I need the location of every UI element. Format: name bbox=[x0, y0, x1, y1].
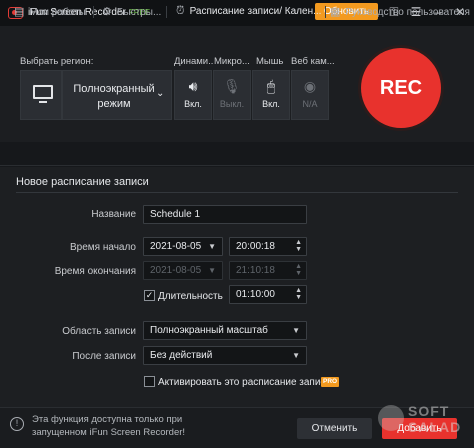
footer-note: Эта функция доступна только при запущенн… bbox=[32, 414, 186, 438]
nav-divider bbox=[93, 6, 94, 18]
cancel-button[interactable]: Отменить bbox=[297, 418, 372, 439]
nav-quick[interactable]: ⚙ Быстры... bbox=[102, 5, 162, 18]
alarm-clock-icon: ⏰︎ bbox=[176, 5, 185, 17]
nav-my-works[interactable]: ▤ Мои работы bbox=[14, 5, 86, 18]
start-time-stepper[interactable]: 20:00:18 ▲ ▼ bbox=[229, 237, 307, 256]
activate-label: Активировать это расписание записи bbox=[158, 377, 332, 388]
mouse-toggle[interactable]: 🖱︎ Вкл. bbox=[252, 70, 290, 120]
guide-icon: ▦ bbox=[330, 6, 341, 18]
film-icon: ▤ bbox=[14, 6, 25, 18]
duration-checkbox[interactable]: ✓ bbox=[144, 290, 155, 301]
speaker-toggle[interactable]: 🔊︎ Вкл. bbox=[174, 70, 212, 120]
rec-button[interactable]: REC bbox=[361, 48, 441, 128]
webcam-icon: ◉ bbox=[303, 78, 317, 94]
schedule-title: Новое расписание записи bbox=[16, 176, 149, 188]
nav-divider bbox=[166, 6, 167, 18]
chevron-down-icon: ▼ bbox=[292, 326, 300, 335]
stepper-arrows-icon: ▲ ▼ bbox=[295, 287, 302, 301]
nav-divider bbox=[325, 6, 326, 18]
nav-my-works-label: Мои работы bbox=[29, 7, 86, 18]
divider bbox=[16, 192, 458, 193]
nav-schedule[interactable]: ⏰︎ Расписание записи/ Кален... bbox=[176, 5, 322, 18]
webcam-state: N/A bbox=[302, 99, 318, 109]
start-date-select[interactable]: 2021-08-05 ▼ bbox=[143, 237, 223, 256]
area-value: Полноэкранный масштаб bbox=[150, 325, 268, 336]
region-label: Выбрать регион: bbox=[20, 56, 94, 67]
start-date-value: 2021-08-05 bbox=[150, 241, 202, 252]
region-value: Полноэкранный режим bbox=[73, 83, 155, 110]
gear-icon: ⚙ bbox=[102, 6, 112, 18]
activate-checkbox[interactable] bbox=[144, 376, 155, 387]
pro-badge: PRO bbox=[321, 377, 340, 387]
microphone-column-label: Микро... bbox=[214, 56, 250, 67]
chevron-down-icon: ⌄ bbox=[156, 88, 165, 99]
end-time-value: 21:10:18 bbox=[236, 265, 275, 276]
chevron-down-icon: ▼ bbox=[208, 266, 216, 275]
name-input[interactable]: Schedule 1 bbox=[143, 205, 307, 224]
duration-value: 01:10:00 bbox=[236, 289, 275, 300]
end-date-select: 2021-08-05 ▼ bbox=[143, 261, 223, 280]
monitor-icon bbox=[33, 85, 53, 103]
chevron-down-icon: ▼ bbox=[292, 351, 300, 360]
nav-quick-label: Быстры... bbox=[116, 7, 162, 18]
stepper-arrows-icon: ▲ ▼ bbox=[295, 263, 302, 277]
webcam-toggle[interactable]: ◉ N/A bbox=[291, 70, 329, 120]
microphone-toggle[interactable]: 🎙︎ Выкл. bbox=[213, 70, 251, 120]
name-label: Название bbox=[91, 209, 136, 220]
stepper-arrows-icon: ▲ ▼ bbox=[295, 239, 302, 253]
area-select[interactable]: Полноэкранный масштаб ▼ bbox=[143, 321, 307, 340]
warning-icon: ! bbox=[10, 417, 24, 431]
add-button[interactable]: Добавить bbox=[382, 418, 457, 439]
mouse-icon: 🖱︎ bbox=[266, 78, 276, 94]
speaker-column-label: Динами... bbox=[174, 56, 214, 67]
end-label: Время окончания bbox=[54, 266, 136, 277]
nav-guide[interactable]: ▦ Руководство пользователя bbox=[330, 5, 470, 18]
end-date-value: 2021-08-05 bbox=[150, 265, 202, 276]
area-label: Область записи bbox=[62, 326, 136, 337]
start-time-value: 20:00:18 bbox=[236, 241, 275, 252]
nav-row bbox=[0, 142, 474, 166]
mouse-column-label: Мышь bbox=[256, 56, 284, 67]
microphone-icon: 🎙︎ bbox=[223, 78, 241, 94]
webcam-column-label: Веб кам... bbox=[291, 56, 335, 67]
end-time-stepper: 21:10:18 ▲ ▼ bbox=[229, 261, 307, 280]
nav-guide-label: Руководство пользователя bbox=[345, 7, 470, 18]
after-value: Без действий bbox=[150, 350, 213, 361]
start-label: Время начало bbox=[69, 242, 136, 253]
after-label: После записи bbox=[72, 351, 136, 362]
fullscreen-monitor-button[interactable] bbox=[20, 70, 62, 120]
microphone-state: Выкл. bbox=[219, 99, 245, 109]
speaker-icon: 🔊︎ bbox=[188, 78, 198, 94]
nav-schedule-label: Расписание записи/ Кален... bbox=[189, 6, 322, 17]
speaker-state: Вкл. bbox=[184, 99, 202, 109]
duration-stepper[interactable]: 01:10:00 ▲ ▼ bbox=[229, 285, 307, 304]
chevron-down-icon: ▼ bbox=[208, 242, 216, 251]
duration-label: Длительность bbox=[158, 291, 223, 302]
after-select[interactable]: Без действий ▼ bbox=[143, 346, 307, 365]
mouse-state: Вкл. bbox=[262, 99, 280, 109]
